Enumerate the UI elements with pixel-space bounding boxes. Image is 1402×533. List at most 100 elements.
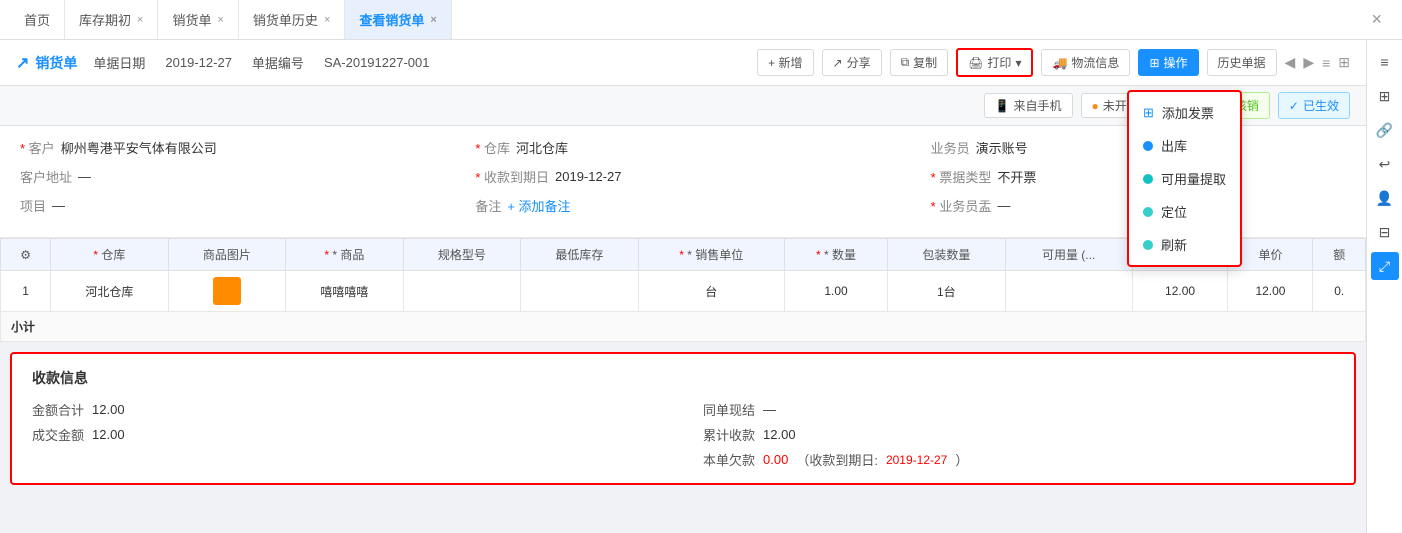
tab-view-sales-label: 查看销货单	[359, 10, 424, 29]
same-order-label: 同单现结	[703, 400, 755, 419]
col-available: 可用量 (...	[1005, 239, 1132, 271]
tab-view-sales[interactable]: 查看销货单 ×	[345, 0, 451, 39]
tab-history[interactable]: 销货单历史 ×	[239, 0, 345, 39]
dropdown-add-invoice[interactable]: ⊞ 添加发票	[1129, 96, 1240, 129]
tab-home[interactable]: 首页	[10, 0, 65, 39]
prev-button[interactable]: ◀	[1285, 54, 1296, 71]
sidebar-expand-icon[interactable]: ⤢	[1371, 252, 1399, 280]
warehouse-label: 仓库	[475, 138, 510, 157]
tab-inventory[interactable]: 库存期初 ×	[65, 0, 158, 39]
row-no: 1	[1, 271, 51, 312]
share-icon: ↗	[833, 56, 843, 70]
tab-sales-close[interactable]: ×	[217, 14, 223, 26]
print-button[interactable]: 🖨 打印 ▾	[956, 48, 1033, 77]
total-value: 12.00	[92, 402, 125, 417]
row-amount: 0.	[1313, 271, 1366, 312]
sidebar-return-icon[interactable]: ↩	[1371, 150, 1399, 178]
outbound-dot	[1143, 141, 1153, 151]
cumulative-value: 12.00	[763, 427, 796, 442]
tab-history-close[interactable]: ×	[324, 14, 330, 26]
transaction-value: 12.00	[92, 427, 125, 442]
tab-inventory-label: 库存期初	[79, 10, 131, 29]
operations-button[interactable]: ⊞ 操作	[1138, 49, 1198, 76]
tab-inventory-close[interactable]: ×	[137, 14, 143, 26]
dropdown-outbound[interactable]: 出库	[1129, 129, 1240, 162]
col-quantity: * 数量	[785, 239, 888, 271]
copy-button[interactable]: ⧉ 复制	[890, 49, 949, 76]
doc-type-badge: ↗ 销货单	[16, 53, 77, 73]
project-value: —	[52, 198, 65, 213]
number-value: SA-20191227-001	[324, 55, 430, 70]
print-icon: 🖨	[968, 56, 983, 70]
new-button[interactable]: + 新增	[757, 49, 813, 76]
col-product: * 商品	[286, 239, 403, 271]
cumulative-row: 累计收款 12.00	[703, 425, 1334, 444]
payment-info-section: 收款信息 金额合计 12.00 成交金额 12.00	[10, 352, 1356, 485]
outstanding-date: 2019-12-27	[886, 453, 947, 467]
due-date-value: 2019-12-27	[555, 169, 622, 184]
subtotal-row: 小计	[1, 312, 1366, 342]
warehouse-value: 河北仓库	[516, 138, 568, 157]
product-thumbnail	[213, 277, 241, 305]
due-date-label: 收款到期日	[475, 167, 549, 186]
total-label: 金额合计	[32, 400, 84, 419]
share-button[interactable]: ↗ 分享	[822, 49, 882, 76]
tab-sales[interactable]: 销货单 ×	[158, 0, 238, 39]
project-label: 项目	[20, 196, 46, 215]
remark-label: 备注	[475, 196, 501, 215]
sidebar-icon-2[interactable]: ⊞	[1371, 82, 1399, 110]
doc-type-label: 销货单	[35, 53, 77, 73]
history-button[interactable]: 历史单据	[1207, 49, 1277, 76]
tab-home-label: 首页	[24, 10, 50, 29]
ticket-type-label: 票据类型	[931, 167, 992, 186]
dropdown-locate[interactable]: 定位	[1129, 195, 1240, 228]
date-value: 2019-12-27	[165, 55, 232, 70]
add-remark-btn[interactable]: + 添加备注	[507, 196, 570, 215]
row-min-stock	[521, 271, 638, 312]
col-setting[interactable]: ⚙	[1, 239, 51, 271]
operations-icon: ⊞	[1149, 56, 1159, 70]
list-view-toggle[interactable]: ≡	[1322, 55, 1330, 71]
table-row: 1 河北仓库 嘻嘻嘻嘻 台 1.00 1台 12	[1, 271, 1366, 312]
col-image: 商品图片	[168, 239, 285, 271]
col-pack-qty: 包装数量	[888, 239, 1005, 271]
grid-view-toggle[interactable]: ⊞	[1338, 54, 1350, 71]
subtotal-label: 小计	[11, 320, 35, 334]
status-effected[interactable]: ✓ 已生效	[1278, 92, 1350, 119]
operations-dropdown: ⊞ 添加发票 出库 可用量提取 定位 刷新	[1127, 90, 1242, 267]
transaction-row: 成交金额 12.00	[32, 425, 663, 444]
sales-label: 业务员盂	[931, 196, 992, 215]
tab-close-all[interactable]: ×	[1371, 9, 1392, 30]
sidebar-grid-icon[interactable]: ⊟	[1371, 218, 1399, 246]
sidebar-link-icon[interactable]: 🔗	[1371, 116, 1399, 144]
sales-value: —	[997, 198, 1010, 213]
doc-toolbar: + 新增 ↗ 分享 ⧉ 复制 🖨 打印 ▾ 🚚	[757, 48, 1350, 77]
employee-value: 演示账号	[976, 138, 1028, 157]
row-product: 嘻嘻嘻嘻	[286, 271, 403, 312]
right-sidebar: ≡ ⊞ 🔗 ↩ 👤 ⊟ ⤢	[1366, 40, 1402, 533]
dropdown-refresh[interactable]: 刷新	[1129, 228, 1240, 261]
available-dot	[1143, 174, 1153, 184]
phone-button[interactable]: 📱 来自手机	[984, 93, 1073, 118]
employee-label: 业务员	[931, 138, 970, 157]
row-stock: 12.00	[1132, 271, 1228, 312]
row-unit: 台	[638, 271, 784, 312]
sidebar-user-icon[interactable]: 👤	[1371, 184, 1399, 212]
outstanding-label: 本单欠款	[703, 450, 755, 469]
date-label: 单据日期	[93, 53, 145, 72]
invoice-icon: ⊞	[1143, 105, 1154, 121]
next-button[interactable]: ▶	[1303, 54, 1314, 71]
customer-field: 客户 柳州粤港平安气体有限公司	[20, 138, 435, 157]
logistics-button[interactable]: 🚚 物流信息	[1041, 49, 1130, 76]
tab-view-sales-close[interactable]: ×	[430, 14, 436, 26]
tab-sales-label: 销货单	[172, 10, 211, 29]
sidebar-icon-1[interactable]: ≡	[1371, 48, 1399, 76]
dropdown-available[interactable]: 可用量提取	[1129, 162, 1240, 195]
project-field: 项目 —	[20, 196, 435, 215]
address-label: 客户地址	[20, 167, 72, 186]
row-pack-qty: 1台	[888, 271, 1005, 312]
tab-history-label: 销货单历史	[253, 10, 318, 29]
effect-icon: ✓	[1289, 99, 1299, 113]
remark-field: 备注 + 添加备注	[475, 196, 890, 215]
col-unit: * 销售单位	[638, 239, 784, 271]
